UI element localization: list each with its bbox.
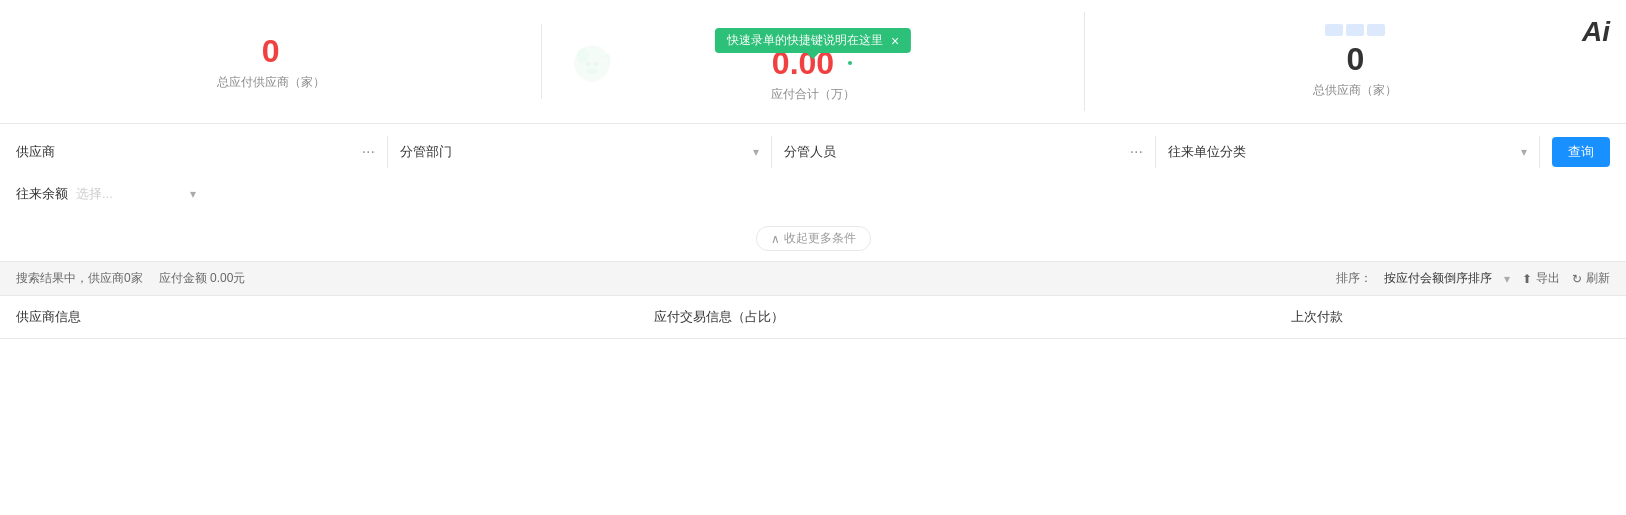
filter-row-1: 供应商 ··· 分管部门 ▾ 分管人员 ··· 往来单位分类 ▾ (16, 136, 1610, 168)
supplier-dots[interactable]: ··· (362, 143, 375, 161)
unit-category-select[interactable]: ▾ (1254, 145, 1527, 159)
query-button[interactable]: 查询 (1552, 137, 1610, 167)
stat-total-suppliers: 0 总供应商（家） (1085, 16, 1626, 107)
collapse-label: 收起更多条件 (784, 230, 856, 247)
tooltip-close[interactable]: × (891, 34, 899, 48)
collapse-bar: ∧ 收起更多条件 (16, 220, 1610, 261)
mini-box-2 (1346, 24, 1364, 36)
balance-select[interactable]: 选择... ▾ (76, 185, 196, 203)
results-left: 搜索结果中，供应商0家 应付金额 0.00元 (16, 270, 245, 287)
export-icon: ⬆ (1522, 272, 1532, 286)
stat-number-total-suppliers: 0 (1346, 40, 1364, 78)
filter-item-person: 分管人员 ··· (772, 136, 1156, 168)
supplier-label: 供应商 (16, 143, 55, 161)
department-select[interactable]: ▾ (460, 145, 759, 159)
refresh-button[interactable]: ↻ 刷新 (1572, 270, 1610, 287)
tooltip-text: 快速录单的快捷键说明在这里 (727, 32, 883, 49)
results-right: 排序： 按应付会额倒序排序 ▾ ⬆ 导出 ↻ 刷新 (1336, 270, 1610, 287)
payable-amount-text: 应付金额 0.00元 (159, 270, 246, 287)
refresh-label: 刷新 (1586, 270, 1610, 287)
col-header-supplier: 供应商信息 (16, 308, 654, 326)
results-bar: 搜索结果中，供应商0家 应付金额 0.00元 排序： 按应付会额倒序排序 ▾ ⬆… (0, 262, 1626, 296)
stat-total-payable-suppliers: 0 总应付供应商（家） (0, 24, 542, 99)
mini-box-3 (1367, 24, 1385, 36)
refresh-icon: ↻ (1572, 272, 1582, 286)
department-label: 分管部门 (400, 143, 452, 161)
mini-boxes (1325, 24, 1385, 36)
balance-placeholder: 选择... (76, 185, 190, 203)
filter-bar: 供应商 ··· 分管部门 ▾ 分管人员 ··· 往来单位分类 ▾ (0, 124, 1626, 262)
export-label: 导出 (1536, 270, 1560, 287)
stat-label-payable-suppliers: 总应付供应商（家） (217, 74, 325, 91)
col-header-lastpay: 上次付款 (1291, 308, 1610, 326)
stat-label-total-suppliers: 总供应商（家） (1313, 82, 1397, 99)
balance-label: 往来余额 (16, 185, 68, 203)
stat-payable-total: 快速录单的快捷键说明在这里 × 0.00 应付合计（万） (542, 12, 1084, 111)
collapse-button[interactable]: ∧ 收起更多条件 (756, 226, 871, 251)
supplier-input[interactable] (63, 145, 362, 160)
col-header-transaction: 应付交易信息（占比） (654, 308, 1292, 326)
person-input[interactable] (844, 145, 1130, 160)
table-body (0, 339, 1626, 515)
filter-item-balance: 往来余额 选择... ▾ (16, 178, 208, 210)
collapse-icon: ∧ (771, 232, 780, 246)
person-label: 分管人员 (784, 143, 836, 161)
filter-item-unit-category: 往来单位分类 ▾ (1156, 136, 1540, 168)
search-result-text: 搜索结果中，供应商0家 (16, 270, 143, 287)
department-chevron-icon: ▾ (753, 145, 759, 159)
tooltip-dot (846, 59, 854, 67)
filter-item-supplier: 供应商 ··· (16, 136, 388, 168)
sort-label: 排序： (1336, 270, 1372, 287)
filter-row-2: 往来余额 选择... ▾ (16, 178, 1610, 210)
mini-box-1 (1325, 24, 1343, 36)
export-button[interactable]: ⬆ 导出 (1522, 270, 1560, 287)
stat-number-payable-suppliers: 0 (262, 32, 280, 70)
unit-category-label: 往来单位分类 (1168, 143, 1246, 161)
sort-value[interactable]: 按应付会额倒序排序 (1384, 270, 1492, 287)
stat-right-box: 0 总供应商（家） (1313, 24, 1397, 99)
stats-bar: 0 总应付供应商（家） 快速录单的快捷键说明在这里 × (0, 0, 1626, 124)
table-header: 供应商信息 应付交易信息（占比） 上次付款 (0, 296, 1626, 339)
ai-badge: Ai (1582, 16, 1610, 48)
person-dots[interactable]: ··· (1130, 143, 1143, 161)
balance-chevron-icon: ▾ (190, 187, 196, 201)
filter-item-department: 分管部门 ▾ (388, 136, 772, 168)
unit-category-chevron-icon: ▾ (1521, 145, 1527, 159)
tooltip: 快速录单的快捷键说明在这里 × (715, 28, 911, 53)
stat-label-payable-total: 应付合计（万） (771, 86, 855, 103)
sort-chevron-icon[interactable]: ▾ (1504, 272, 1510, 286)
